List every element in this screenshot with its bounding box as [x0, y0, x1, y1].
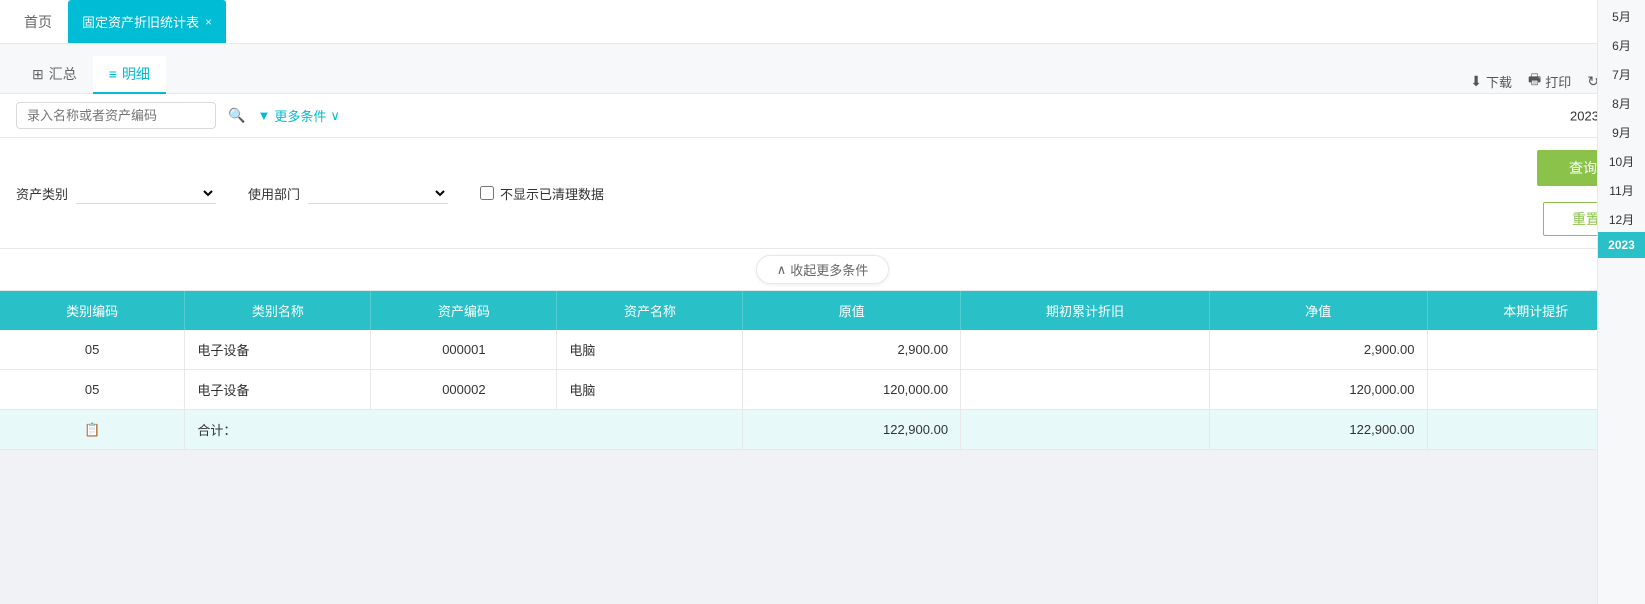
- tab-detail-label: 明细: [122, 64, 150, 84]
- tab-detail[interactable]: ≡ 明细: [93, 56, 166, 94]
- filter-bar: 🔍 ▼ 更多条件 ∨ 2023.01 ›: [0, 94, 1645, 138]
- cell-net-value: 2,900.00: [1209, 330, 1427, 370]
- total-icon: 📋: [84, 422, 100, 437]
- filter-icon: ▼: [257, 108, 270, 123]
- total-cumulative-depreciation: [961, 410, 1210, 450]
- main-tab[interactable]: 固定资产折旧统计表 ×: [68, 0, 226, 43]
- col-original-value: 原值: [743, 291, 961, 330]
- asset-category-select[interactable]: [76, 182, 216, 204]
- cell-asset-name: 电脑: [557, 330, 743, 370]
- cell-asset-code: 000001: [371, 330, 557, 370]
- use-department-field: 使用部门: [248, 182, 448, 204]
- col-category-name: 类别名称: [185, 291, 371, 330]
- detail-icon: ≡: [109, 66, 117, 82]
- month-9[interactable]: 9月: [1598, 116, 1645, 145]
- data-table-container: 类别编码 类别名称 资产编码 资产名称 原值 期初累计折旧 净值 本期计提折 0…: [0, 291, 1645, 450]
- month-5[interactable]: 5月: [1598, 0, 1645, 29]
- table-total-row: 📋 合计： 122,900.00 122,900.00: [0, 410, 1645, 450]
- tab-label: 固定资产折旧统计表: [82, 12, 199, 31]
- tab-summary-label: 汇总: [49, 64, 77, 84]
- col-net-value: 净值: [1209, 291, 1427, 330]
- download-label: 下载: [1486, 72, 1512, 91]
- col-asset-name: 资产名称: [557, 291, 743, 330]
- col-category-code: 类别编码: [0, 291, 185, 330]
- col-cumulative-depreciation: 期初累计折旧: [961, 291, 1210, 330]
- search-input[interactable]: [16, 102, 216, 129]
- cell-category-code: 05: [0, 330, 185, 370]
- collapse-btn[interactable]: ∧ 收起更多条件: [756, 255, 890, 284]
- cell-category-code: 05: [0, 370, 185, 410]
- cell-original-value: 120,000.00: [743, 370, 961, 410]
- asset-category-field: 资产类别: [16, 182, 216, 204]
- data-table: 类别编码 类别名称 资产编码 资产名称 原值 期初累计折旧 净值 本期计提折 0…: [0, 291, 1645, 450]
- print-icon: 🖶: [1528, 69, 1541, 93]
- more-conditions-label: 更多条件: [274, 106, 326, 125]
- cell-net-value: 120,000.00: [1209, 370, 1427, 410]
- current-year-label[interactable]: 2023: [1598, 232, 1645, 258]
- summary-icon: ⊞: [32, 66, 44, 83]
- search-icon[interactable]: 🔍: [228, 107, 245, 124]
- right-calendar-panel: 5月 6月 7月 8月 9月 10月 11月 12月 2023: [1597, 0, 1645, 604]
- advanced-filter-panel: 资产类别 使用部门 不显示已清理数据 查询 重置: [0, 138, 1645, 249]
- cell-category-name: 电子设备: [185, 370, 371, 410]
- hide-cleared-checkbox[interactable]: [480, 186, 494, 200]
- cell-asset-code: 000002: [371, 370, 557, 410]
- download-btn[interactable]: ⬇ 下载: [1470, 72, 1512, 91]
- print-btn[interactable]: 🖶 打印: [1528, 69, 1571, 93]
- collapse-label: 收起更多条件: [790, 260, 868, 279]
- download-icon: ⬇: [1470, 73, 1482, 90]
- asset-category-label: 资产类别: [16, 184, 68, 203]
- month-6[interactable]: 6月: [1598, 29, 1645, 58]
- table-header-row: 类别编码 类别名称 资产编码 资产名称 原值 期初累计折旧 净值 本期计提折: [0, 291, 1645, 330]
- tab-close-btn[interactable]: ×: [205, 15, 212, 29]
- sub-tabs-bar: ⊞ 汇总 ≡ 明细 ⬇ 下载 🖶 打印 ↻ 刷新: [0, 44, 1645, 94]
- chevron-up-icon: ∧: [777, 262, 787, 278]
- total-label: 合计：: [185, 410, 743, 450]
- cell-asset-name: 电脑: [557, 370, 743, 410]
- tab-summary[interactable]: ⊞ 汇总: [16, 56, 93, 94]
- chevron-down-icon: ∨: [330, 108, 340, 124]
- month-10[interactable]: 10月: [1598, 145, 1645, 174]
- cell-cumulative-depreciation: [961, 330, 1210, 370]
- cell-original-value: 2,900.00: [743, 330, 961, 370]
- total-original-value: 122,900.00: [743, 410, 961, 450]
- print-label: 打印: [1545, 72, 1571, 91]
- collapse-bar: ∧ 收起更多条件: [0, 249, 1645, 291]
- table-row: 05 电子设备 000001 电脑 2,900.00 2,900.00: [0, 330, 1645, 370]
- month-12[interactable]: 12月: [1598, 203, 1645, 232]
- use-department-label: 使用部门: [248, 184, 300, 203]
- total-net-value: 122,900.00: [1209, 410, 1427, 450]
- month-7[interactable]: 7月: [1598, 58, 1645, 87]
- month-11[interactable]: 11月: [1598, 174, 1645, 203]
- total-icon-cell: 📋: [0, 410, 185, 450]
- col-asset-code: 资产编码: [371, 291, 557, 330]
- cell-cumulative-depreciation: [961, 370, 1210, 410]
- table-row: 05 电子设备 000002 电脑 120,000.00 120,000.00: [0, 370, 1645, 410]
- cell-category-name: 电子设备: [185, 330, 371, 370]
- use-department-select[interactable]: [308, 182, 448, 204]
- hide-cleared-field: 不显示已清理数据: [480, 184, 604, 203]
- month-8[interactable]: 8月: [1598, 87, 1645, 116]
- hide-cleared-label: 不显示已清理数据: [500, 184, 604, 203]
- home-nav[interactable]: 首页: [16, 12, 60, 32]
- more-conditions-btn[interactable]: ▼ 更多条件 ∨: [257, 106, 339, 125]
